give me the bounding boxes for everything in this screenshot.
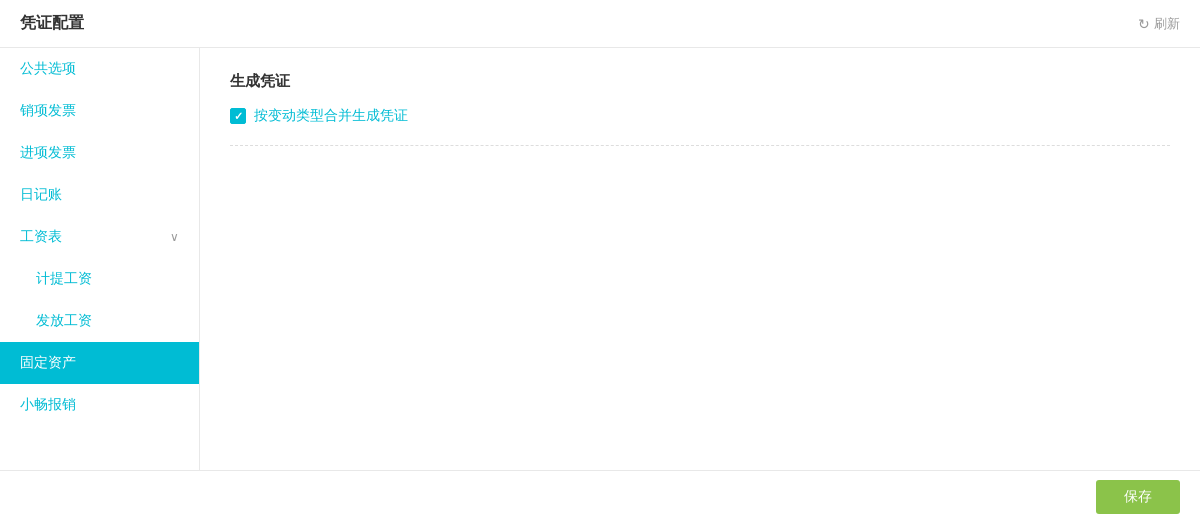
- sidebar-item-advance-salary[interactable]: 计提工资: [0, 258, 199, 300]
- sidebar: 公共选项销项发票进项发票日记账工资表 ∨ 计提工资发放工资固定资产小畅报销: [0, 48, 200, 470]
- refresh-icon: ↻: [1138, 16, 1150, 32]
- chevron-down-icon: ∨: [170, 230, 179, 244]
- save-button[interactable]: 保存: [1096, 480, 1180, 514]
- footer: 保存: [0, 470, 1200, 522]
- sidebar-item-payroll[interactable]: 工资表 ∨: [0, 216, 199, 258]
- page-title: 凭证配置: [20, 13, 84, 34]
- sidebar-item-journal[interactable]: 日记账: [0, 174, 199, 216]
- sidebar-item-label: 工资表: [20, 228, 62, 246]
- sidebar-item-label: 公共选项: [20, 60, 76, 78]
- section-title: 生成凭证: [230, 72, 1170, 91]
- sidebar-item-purchase-invoice[interactable]: 进项发票: [0, 132, 199, 174]
- sidebar-item-sales-invoice[interactable]: 销项发票: [0, 90, 199, 132]
- sidebar-item-label: 日记账: [20, 186, 62, 204]
- body: 公共选项销项发票进项发票日记账工资表 ∨ 计提工资发放工资固定资产小畅报销 生成凭证…: [0, 48, 1200, 470]
- refresh-label: 刷新: [1154, 15, 1180, 33]
- checkbox-row: 按变动类型合并生成凭证: [230, 107, 1170, 125]
- sidebar-item-label: 销项发票: [20, 102, 76, 120]
- sidebar-item-label: 发放工资: [36, 312, 92, 330]
- sidebar-item-label: 计提工资: [36, 270, 92, 288]
- checkbox-label: 按变动类型合并生成凭证: [254, 107, 408, 125]
- page-wrapper: 凭证配置 ↻ 刷新 公共选项销项发票进项发票日记账工资表 ∨ 计提工资发放工资固定资…: [0, 0, 1200, 522]
- main-content: 生成凭证 按变动类型合并生成凭证: [200, 48, 1200, 470]
- sidebar-item-public-options[interactable]: 公共选项: [0, 48, 199, 90]
- checkbox-wrapper[interactable]: 按变动类型合并生成凭证: [230, 107, 408, 125]
- header: 凭证配置 ↻ 刷新: [0, 0, 1200, 48]
- sidebar-item-expense-claim[interactable]: 小畅报销: [0, 384, 199, 426]
- sidebar-item-label: 小畅报销: [20, 396, 76, 414]
- sidebar-item-fixed-assets[interactable]: 固定资产: [0, 342, 199, 384]
- refresh-button[interactable]: ↻ 刷新: [1138, 15, 1180, 33]
- sidebar-item-label: 固定资产: [20, 354, 76, 372]
- section-divider: [230, 145, 1170, 146]
- merge-voucher-checkbox[interactable]: [230, 108, 246, 124]
- sidebar-item-label: 进项发票: [20, 144, 76, 162]
- sidebar-item-pay-salary[interactable]: 发放工资: [0, 300, 199, 342]
